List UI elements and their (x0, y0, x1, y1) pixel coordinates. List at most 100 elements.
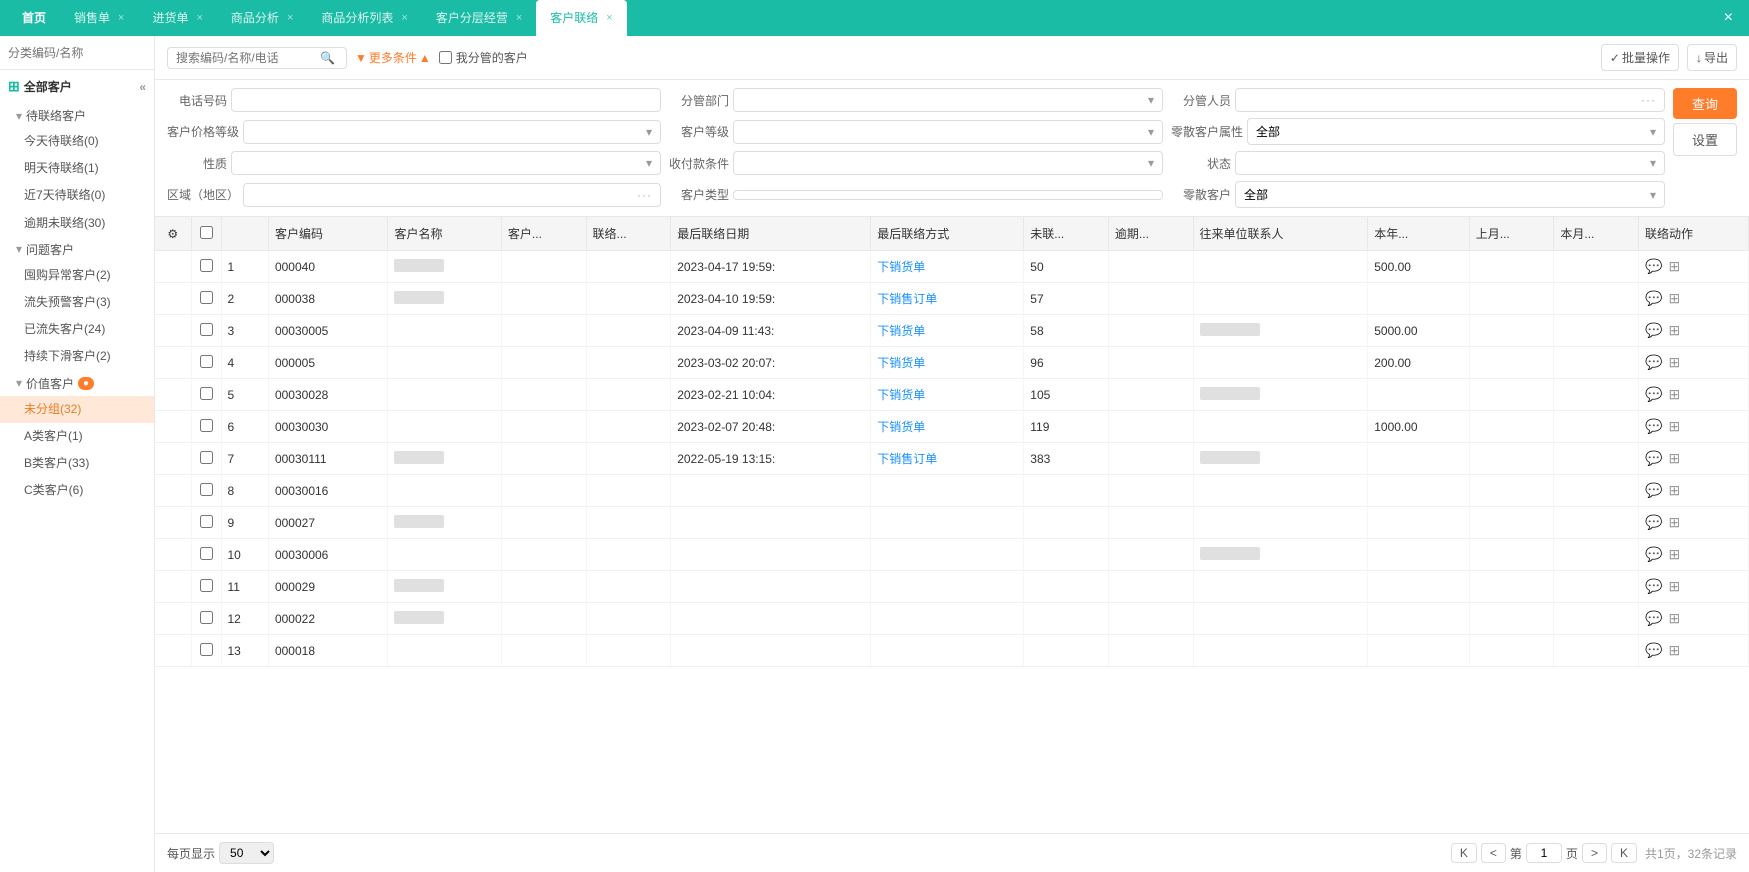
row-last-method-7[interactable] (871, 475, 1024, 507)
action-chat-icon-8[interactable]: 💬 (1645, 514, 1662, 531)
last-month-col-header[interactable]: 上月... (1469, 217, 1554, 251)
more-conditions-btn[interactable]: ▼ 更多条件 ▲ (355, 49, 431, 66)
retail-attr-select[interactable]: 全部 ▾ (1247, 118, 1665, 145)
row-last-method-5[interactable]: 下销货单 (871, 411, 1024, 443)
overdue-col-header[interactable]: 逾期... (1108, 217, 1193, 251)
action-grid-icon-2[interactable]: ⊞ (1668, 322, 1680, 339)
price-level-select[interactable]: ▾ (243, 120, 661, 144)
manager-dots-icon[interactable]: ··· (1641, 93, 1656, 107)
row-last-method-6[interactable]: 下销售订单 (871, 443, 1024, 475)
row-checkbox-1[interactable] (191, 283, 221, 315)
action-chat-icon-1[interactable]: 💬 (1645, 290, 1662, 307)
action-grid-icon-10[interactable]: ⊞ (1668, 578, 1680, 595)
status-select[interactable]: ▾ (1235, 151, 1665, 175)
row-checkbox-3[interactable] (191, 347, 221, 379)
this-month-col-header[interactable]: 本月... (1554, 217, 1639, 251)
row-checkbox-10[interactable] (191, 571, 221, 603)
row-checkbox-4[interactable] (191, 379, 221, 411)
last-page-button[interactable]: K (1611, 843, 1637, 863)
row-last-method-9[interactable] (871, 539, 1024, 571)
row-checkbox-8[interactable] (191, 507, 221, 539)
row-checkbox-2[interactable] (191, 315, 221, 347)
sidebar-collapse-btn[interactable]: « (139, 80, 146, 94)
last-date-col-header[interactable]: 最后联络日期 (671, 217, 871, 251)
contact-col-header[interactable]: 联络... (586, 217, 671, 251)
row-last-method-11[interactable] (871, 603, 1024, 635)
my-customers-checkbox[interactable]: 我分管的客户 (439, 49, 528, 66)
row-checkbox-11[interactable] (191, 603, 221, 635)
payment-select[interactable]: ▾ (733, 151, 1163, 175)
sidebar-item-churn-warning[interactable]: 流失预警客户(3) (0, 289, 154, 316)
tab-goods-analysis[interactable]: 商品分析 × (217, 0, 307, 36)
settings-col-header[interactable]: ⚙ (155, 217, 191, 251)
row-checkbox-6[interactable] (191, 443, 221, 475)
last-method-col-header[interactable]: 最后联络方式 (871, 217, 1024, 251)
action-chat-icon-3[interactable]: 💬 (1645, 354, 1662, 371)
sidebar-item-declining[interactable]: 持续下滑客户(2) (0, 343, 154, 370)
sidebar-item-c-class[interactable]: C类客户(6) (0, 477, 154, 504)
action-chat-icon-5[interactable]: 💬 (1645, 418, 1662, 435)
sidebar-item-today-pending[interactable]: 今天待联络(0) (0, 128, 154, 155)
action-chat-icon-2[interactable]: 💬 (1645, 322, 1662, 339)
tab-goods-analysis-list[interactable]: 商品分析列表 × (307, 0, 421, 36)
row-last-method-0[interactable]: 下销货单 (871, 251, 1024, 283)
phone-input[interactable] (231, 88, 661, 112)
row-checkbox-0[interactable] (191, 251, 221, 283)
export-button[interactable]: ↓ 导出 (1687, 44, 1737, 71)
next-page-button[interactable]: > (1582, 843, 1607, 863)
my-customers-check[interactable] (439, 51, 452, 64)
sidebar-problem-group[interactable]: ▾ 问题客户 (0, 237, 154, 262)
tab-customer-segment[interactable]: 客户分层经营 × (422, 0, 536, 36)
region-select[interactable]: ··· (243, 183, 661, 207)
close-window-button[interactable]: × (1716, 9, 1741, 27)
name-col-header[interactable]: 客户名称 (388, 217, 501, 251)
action-grid-icon-12[interactable]: ⊞ (1668, 642, 1680, 659)
row-last-method-1[interactable]: 下销售订单 (871, 283, 1024, 315)
tab-sales[interactable]: 销售单 × (60, 0, 138, 36)
action-grid-icon-8[interactable]: ⊞ (1668, 514, 1680, 531)
sidebar-value-group[interactable]: ▾ 价值客户 ● (0, 371, 154, 396)
close-sales-tab[interactable]: × (118, 0, 124, 36)
type-col-header[interactable]: 客户... (501, 217, 586, 251)
tab-customer-contact[interactable]: 客户联络 × (536, 0, 626, 36)
action-grid-icon-11[interactable]: ⊞ (1668, 610, 1680, 627)
action-grid-icon-5[interactable]: ⊞ (1668, 418, 1680, 435)
row-last-method-8[interactable] (871, 507, 1024, 539)
retail-customer-select[interactable]: 全部 ▾ (1235, 181, 1665, 208)
page-number-input[interactable] (1526, 843, 1562, 863)
sidebar-item-churned[interactable]: 已流失客户(24) (0, 316, 154, 343)
page-size-select[interactable]: 50 100 200 (219, 842, 274, 864)
action-chat-icon-7[interactable]: 💬 (1645, 482, 1662, 499)
close-contact-tab[interactable]: × (606, 0, 612, 36)
sidebar-item-a-class[interactable]: A类客户(1) (0, 423, 154, 450)
sidebar-search-input[interactable] (8, 46, 155, 60)
tab-home[interactable]: 首页 (8, 0, 60, 36)
nature-select[interactable]: ▾ (231, 151, 661, 175)
action-chat-icon-0[interactable]: 💬 (1645, 258, 1662, 275)
action-grid-icon-6[interactable]: ⊞ (1668, 450, 1680, 467)
sidebar-pending-group[interactable]: ▾ 待联络客户 (0, 103, 154, 128)
sidebar-item-abnormal[interactable]: 囤购异常客户(2) (0, 262, 154, 289)
batch-ops-button[interactable]: ✓ 批量操作 (1601, 44, 1679, 71)
region-dots-icon[interactable]: ··· (637, 188, 652, 202)
no-contact-col-header[interactable]: 未联... (1024, 217, 1109, 251)
row-checkbox-9[interactable] (191, 539, 221, 571)
customer-search-input[interactable] (176, 51, 316, 65)
action-grid-icon-1[interactable]: ⊞ (1668, 290, 1680, 307)
tab-purchase[interactable]: 进货单 × (138, 0, 216, 36)
manager-select[interactable]: ··· (1235, 88, 1665, 112)
sidebar-item-ungroup[interactable]: 未分组(32) (0, 396, 154, 423)
close-segment-tab[interactable]: × (516, 0, 522, 36)
sidebar-item-tomorrow-pending[interactable]: 明天待联络(1) (0, 155, 154, 182)
action-grid-icon-7[interactable]: ⊞ (1668, 482, 1680, 499)
close-goods-analysis-tab[interactable]: × (287, 0, 293, 36)
action-chat-icon-6[interactable]: 💬 (1645, 450, 1662, 467)
action-chat-icon-12[interactable]: 💬 (1645, 642, 1662, 659)
sidebar-all-customers[interactable]: ⊞ 全部客户 « (0, 70, 154, 103)
this-year-col-header[interactable]: 本年... (1368, 217, 1470, 251)
row-last-method-3[interactable]: 下销货单 (871, 347, 1024, 379)
action-chat-icon-4[interactable]: 💬 (1645, 386, 1662, 403)
customer-level-select[interactable]: ▾ (733, 120, 1163, 144)
row-last-method-10[interactable] (871, 571, 1024, 603)
row-checkbox-7[interactable] (191, 475, 221, 507)
